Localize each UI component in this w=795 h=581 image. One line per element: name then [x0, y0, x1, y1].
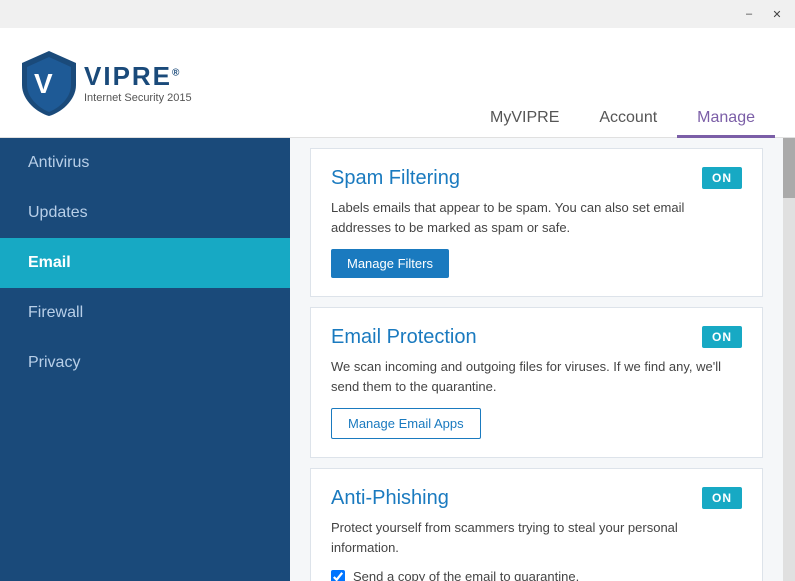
spam-filtering-toggle[interactable]: ON — [702, 167, 742, 189]
logo-icon: V — [20, 49, 78, 117]
sidebar-item-privacy[interactable]: Privacy — [0, 338, 290, 388]
spam-filtering-section: ON Spam Filtering Labels emails that app… — [310, 148, 763, 297]
title-bar: – ✕ — [0, 0, 795, 28]
sidebar-item-antivirus[interactable]: Antivirus — [0, 138, 290, 188]
svg-text:V: V — [34, 68, 53, 99]
logo-text-area: VIPRE® Internet Security 2015 — [84, 61, 192, 104]
manage-email-apps-button[interactable]: Manage Email Apps — [331, 408, 481, 439]
sidebar-item-updates[interactable]: Updates — [0, 188, 290, 238]
tab-account[interactable]: Account — [579, 101, 677, 138]
quarantine-checkbox-row: Send a copy of the email to quarantine. — [331, 569, 742, 581]
spam-filtering-title: Spam Filtering — [331, 167, 742, 190]
tab-myvipre[interactable]: MyVIPRE — [470, 101, 579, 138]
sidebar-item-firewall[interactable]: Firewall — [0, 288, 290, 338]
logo-area: V VIPRE® Internet Security 2015 — [20, 49, 220, 117]
tab-manage[interactable]: Manage — [677, 101, 775, 138]
email-protection-title: Email Protection — [331, 326, 742, 349]
app-container: V VIPRE® Internet Security 2015 MyVIPRE … — [0, 28, 795, 581]
spam-filtering-desc: Labels emails that appear to be spam. Yo… — [331, 198, 742, 237]
sidebar-item-email[interactable]: Email — [0, 238, 290, 288]
body: Antivirus Updates Email Firewall Privacy… — [0, 138, 795, 581]
content-inner: ON Spam Filtering Labels emails that app… — [290, 148, 795, 581]
manage-filters-button[interactable]: Manage Filters — [331, 249, 449, 278]
anti-phishing-section: ON Anti-Phishing Protect yourself from s… — [310, 468, 763, 581]
quarantine-checkbox[interactable] — [331, 570, 345, 581]
anti-phishing-toggle[interactable]: ON — [702, 487, 742, 509]
logo-subtitle: Internet Security 2015 — [84, 92, 192, 104]
close-button[interactable]: ✕ — [763, 4, 791, 24]
scrollbar[interactable] — [783, 138, 795, 581]
content-area: ON Spam Filtering Labels emails that app… — [290, 138, 795, 581]
header: V VIPRE® Internet Security 2015 MyVIPRE … — [0, 28, 795, 138]
anti-phishing-title: Anti-Phishing — [331, 487, 742, 510]
scrollbar-thumb[interactable] — [783, 138, 795, 198]
logo-vipre-text: VIPRE® — [84, 61, 192, 92]
sidebar: Antivirus Updates Email Firewall Privacy — [0, 138, 290, 581]
anti-phishing-desc: Protect yourself from scammers trying to… — [331, 518, 742, 557]
email-protection-desc: We scan incoming and outgoing files for … — [331, 357, 742, 396]
email-protection-section: ON Email Protection We scan incoming and… — [310, 307, 763, 458]
email-protection-toggle[interactable]: ON — [702, 326, 742, 348]
nav-tabs: MyVIPRE Account Manage — [470, 28, 775, 137]
quarantine-checkbox-label: Send a copy of the email to quarantine. — [353, 569, 579, 581]
minimize-button[interactable]: – — [735, 4, 763, 24]
